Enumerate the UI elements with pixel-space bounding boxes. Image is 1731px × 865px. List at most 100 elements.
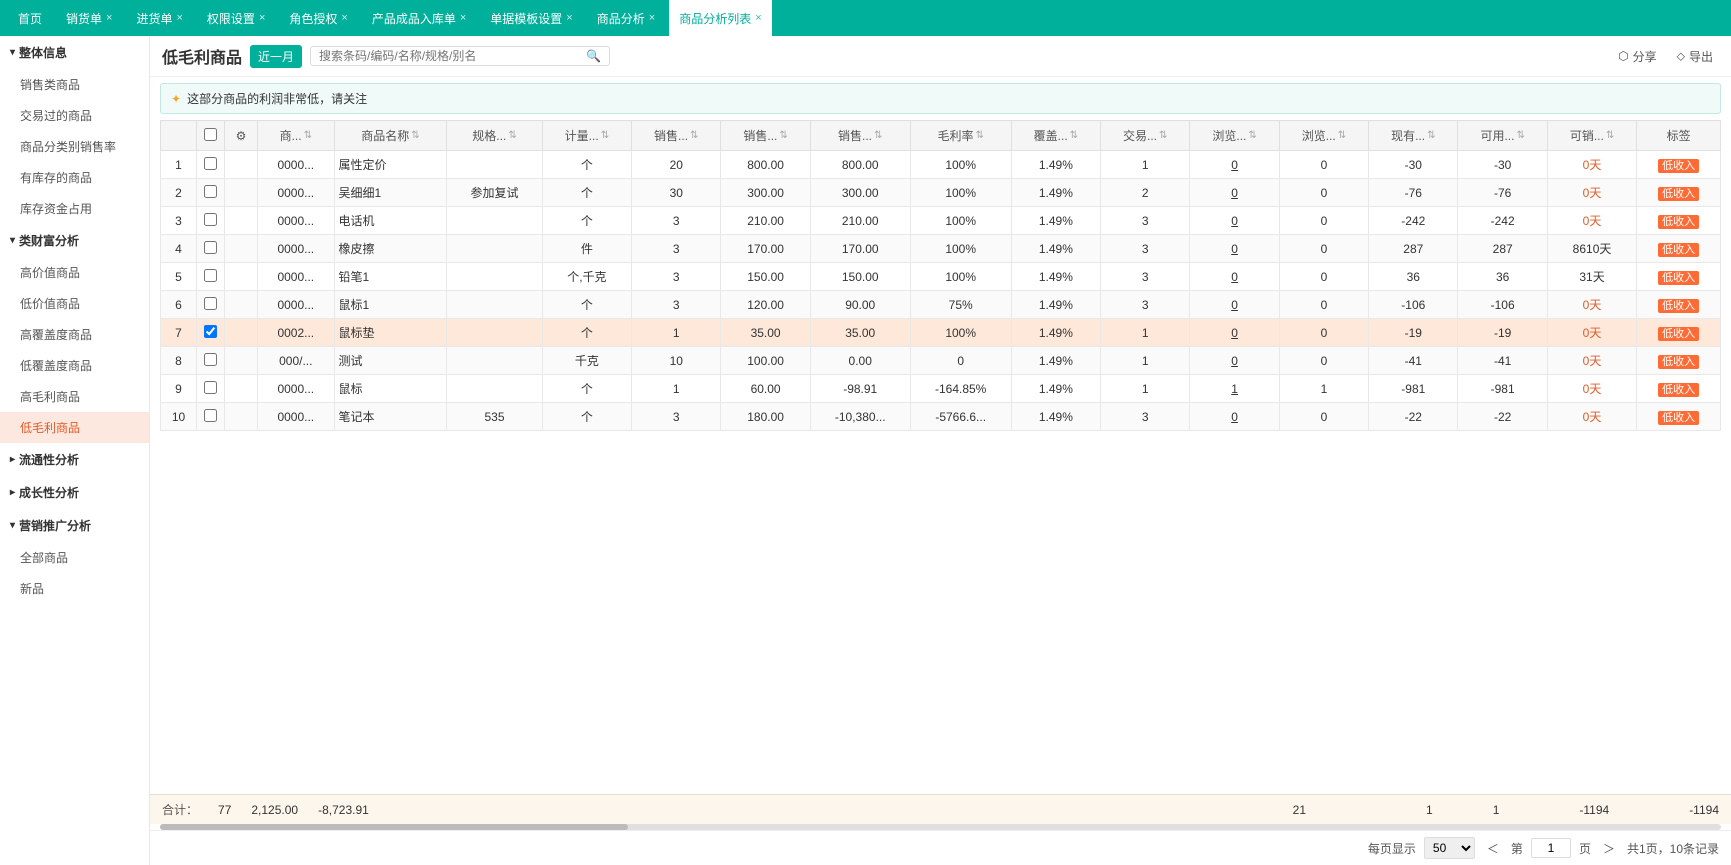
sidebar-item-high-value[interactable]: 高价值商品 (0, 257, 149, 288)
page-input[interactable] (1531, 838, 1571, 858)
row-checkbox[interactable] (204, 325, 217, 338)
sidebar-item-low-coverage[interactable]: 低覆盖度商品 (0, 350, 149, 381)
sort-icon[interactable]: ⇅ (411, 130, 419, 141)
per-page-select[interactable]: 50 100 200 (1424, 837, 1475, 859)
nav-item-purchase[interactable]: 进货单× (126, 0, 192, 36)
sort-icon[interactable]: ⇅ (874, 130, 882, 141)
search-icon[interactable]: 🔍 (586, 49, 601, 63)
sidebar-item-high-coverage[interactable]: 高覆盖度商品 (0, 319, 149, 350)
sidebar-item-goods-sales-rate[interactable]: 商品分类别销售率 (0, 131, 149, 162)
sort-icon[interactable]: ⇅ (1606, 130, 1614, 141)
cell-name[interactable]: 橡皮擦 (334, 235, 447, 263)
cell-browse1[interactable]: 0 (1190, 207, 1279, 235)
close-icon[interactable]: × (341, 12, 347, 24)
browse1-link[interactable]: 0 (1231, 158, 1238, 172)
sort-icon[interactable]: ⇅ (1159, 130, 1167, 141)
sidebar-item-sales-goods[interactable]: 销售类商品 (0, 69, 149, 100)
sidebar-item-new-goods[interactable]: 新品 (0, 573, 149, 604)
search-input[interactable] (319, 49, 582, 63)
cell-name[interactable]: 测试 (334, 347, 447, 375)
next-page-button[interactable]: ＞ (1599, 840, 1619, 857)
cell-name[interactable]: 鼠标垫 (334, 319, 447, 347)
sidebar-group-growth[interactable]: ▸ 成长性分析 (0, 476, 149, 509)
sidebar-item-all-goods[interactable]: 全部商品 (0, 542, 149, 573)
nav-item-role[interactable]: 角色授权× (279, 0, 357, 36)
sidebar-item-capital[interactable]: 库存资金占用 (0, 193, 149, 224)
browse1-link[interactable]: 0 (1231, 410, 1238, 424)
row-checkbox[interactable] (204, 297, 217, 310)
nav-item-permission[interactable]: 权限设置× (197, 0, 275, 36)
nav-item-template[interactable]: 单据模板设置× (480, 0, 582, 36)
close-icon[interactable]: × (259, 12, 265, 24)
cell-browse1[interactable]: 0 (1190, 291, 1279, 319)
share-button[interactable]: ⬡ 分享 (1612, 46, 1663, 67)
close-icon[interactable]: × (106, 12, 112, 24)
browse1-link[interactable]: 0 (1231, 326, 1238, 340)
sort-icon[interactable]: ⇅ (508, 130, 516, 141)
cell-name[interactable]: 鼠标1 (334, 291, 447, 319)
sort-icon[interactable]: ⇅ (975, 130, 983, 141)
cell-browse1[interactable]: 0 (1190, 403, 1279, 431)
cell-browse1[interactable]: 0 (1190, 179, 1279, 207)
browse1-link[interactable]: 0 (1231, 298, 1238, 312)
browse1-link[interactable]: 0 (1231, 186, 1238, 200)
cell-browse1[interactable]: 1 (1190, 375, 1279, 403)
settings-icon[interactable]: ⚙ (236, 129, 247, 143)
export-button[interactable]: ⬦ 导出 (1671, 46, 1719, 67)
sidebar-item-traded-goods[interactable]: 交易过的商品 (0, 100, 149, 131)
row-checkbox[interactable] (204, 353, 217, 366)
sort-icon[interactable]: ⇅ (779, 130, 787, 141)
row-checkbox[interactable] (204, 241, 217, 254)
nav-item-goods-analysis-list[interactable]: 商品分析列表× (669, 0, 771, 36)
close-icon[interactable]: × (460, 12, 466, 24)
browse1-link[interactable]: 0 (1231, 214, 1238, 228)
date-filter-button[interactable]: 近一月 (250, 45, 302, 68)
browse1-link[interactable]: 0 (1231, 354, 1238, 368)
sort-icon[interactable]: ⇅ (1338, 130, 1346, 141)
sort-icon[interactable]: ⇅ (1070, 130, 1078, 141)
row-checkbox[interactable] (204, 381, 217, 394)
row-checkbox[interactable] (204, 185, 217, 198)
cell-name[interactable]: 笔记本 (334, 403, 447, 431)
browse1-link[interactable]: 1 (1231, 382, 1238, 396)
cell-name[interactable]: 电话机 (334, 207, 447, 235)
close-icon[interactable]: × (755, 12, 761, 24)
browse1-link[interactable]: 0 (1231, 270, 1238, 284)
sort-icon[interactable]: ⇅ (1516, 130, 1524, 141)
cell-browse1[interactable]: 0 (1190, 319, 1279, 347)
sidebar-item-high-margin[interactable]: 高毛利商品 (0, 381, 149, 412)
sort-icon[interactable]: ⇅ (304, 130, 312, 141)
row-checkbox[interactable] (204, 213, 217, 226)
browse1-link[interactable]: 0 (1231, 242, 1238, 256)
cell-browse1[interactable]: 0 (1190, 151, 1279, 179)
close-icon[interactable]: × (649, 12, 655, 24)
sidebar-group-wealth[interactable]: ▾ 类财富分析 (0, 224, 149, 257)
cell-browse1[interactable]: 0 (1190, 235, 1279, 263)
row-checkbox[interactable] (204, 269, 217, 282)
sidebar-item-low-margin[interactable]: 低毛利商品 (0, 412, 149, 443)
sidebar-item-stock-goods[interactable]: 有库存的商品 (0, 162, 149, 193)
row-checkbox[interactable] (204, 409, 217, 422)
sidebar-group-circulation[interactable]: ▸ 流通性分析 (0, 443, 149, 476)
select-all-checkbox[interactable] (204, 128, 217, 141)
sort-icon[interactable]: ⇅ (690, 130, 698, 141)
nav-item-product[interactable]: 产品成品入库单× (362, 0, 476, 36)
nav-item-home[interactable]: 首页 (8, 0, 52, 36)
sidebar-group-overall[interactable]: ▾ 整体信息 (0, 36, 149, 69)
sort-icon[interactable]: ⇅ (1427, 130, 1435, 141)
cell-name[interactable]: 吴细细1 (334, 179, 447, 207)
cell-name[interactable]: 铅笔1 (334, 263, 447, 291)
prev-page-button[interactable]: ＜ (1483, 840, 1503, 857)
close-icon[interactable]: × (176, 12, 182, 24)
cell-name[interactable]: 属性定价 (334, 151, 447, 179)
cell-browse1[interactable]: 0 (1190, 263, 1279, 291)
cell-name[interactable]: 鼠标 (334, 375, 447, 403)
cell-browse1[interactable]: 0 (1190, 347, 1279, 375)
nav-item-sales[interactable]: 销货单× (56, 0, 122, 36)
row-checkbox[interactable] (204, 157, 217, 170)
sidebar-group-marketing[interactable]: ▾ 营销推广分析 (0, 509, 149, 542)
nav-item-goods-analysis[interactable]: 商品分析× (587, 0, 665, 36)
sort-icon[interactable]: ⇅ (1248, 130, 1256, 141)
sidebar-item-low-value[interactable]: 低价值商品 (0, 288, 149, 319)
sort-icon[interactable]: ⇅ (601, 130, 609, 141)
